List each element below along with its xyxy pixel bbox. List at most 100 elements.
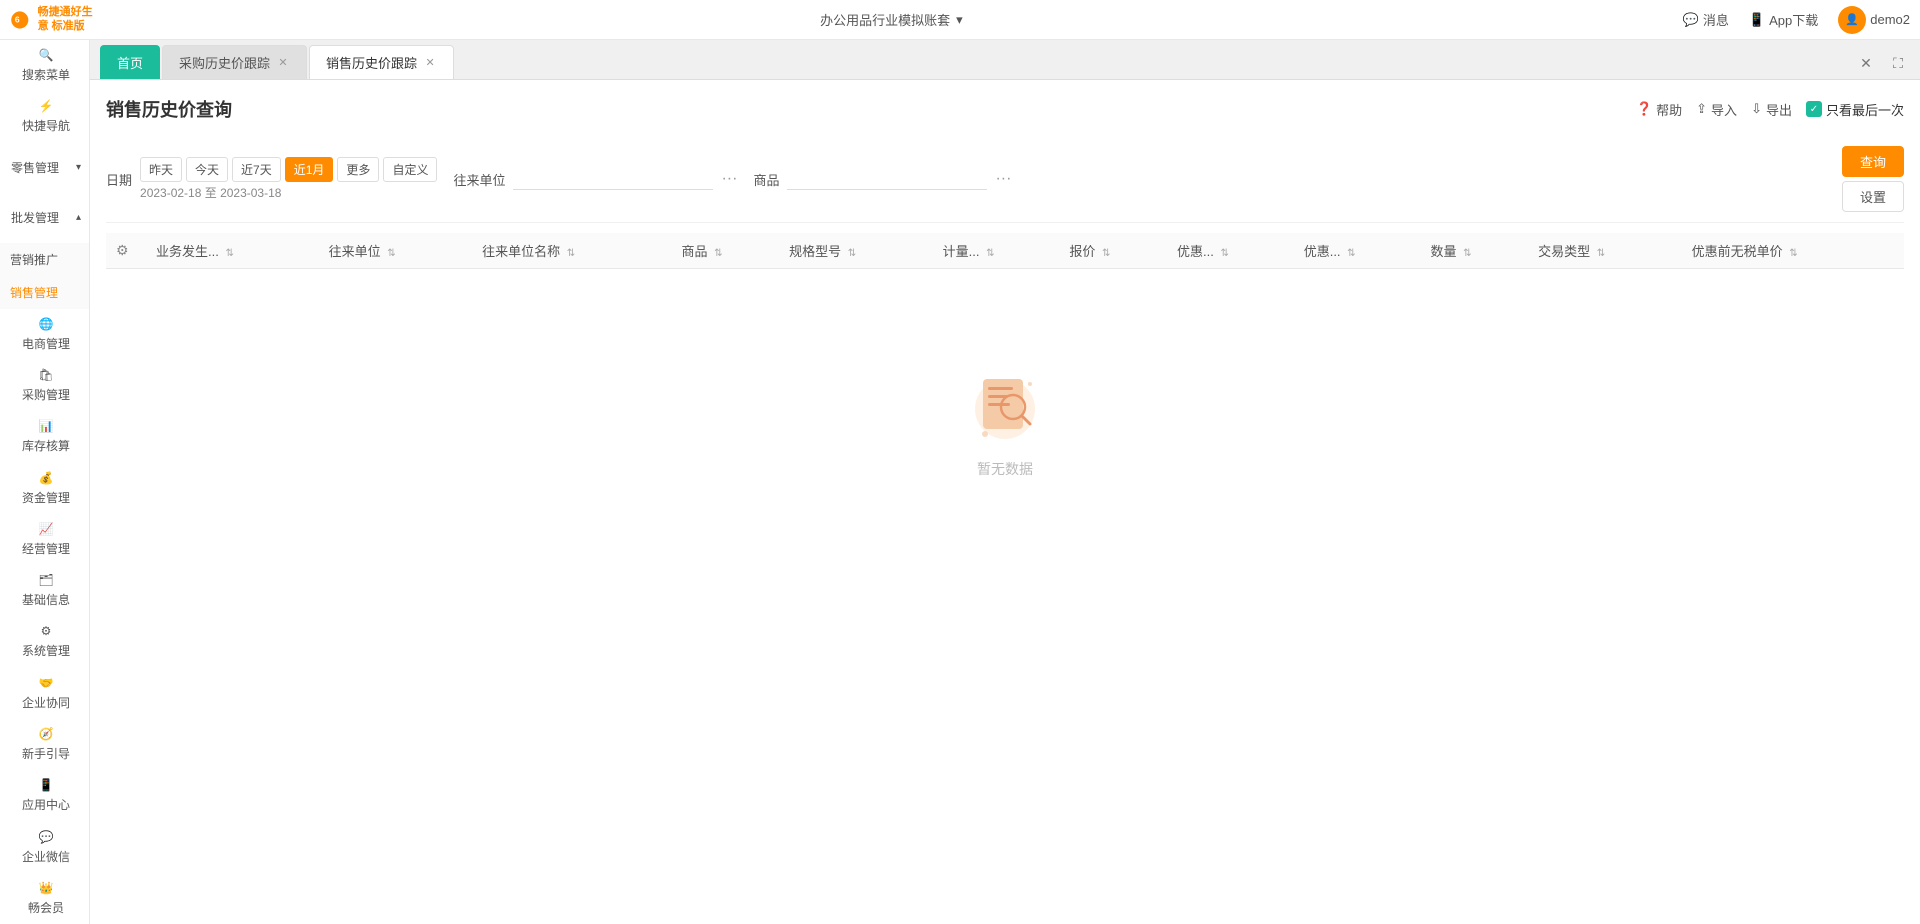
query-button[interactable]: 查询: [1842, 146, 1904, 177]
sidebar-label-wholesale-mgmt: 批发管理: [11, 209, 59, 226]
goods-filter-dots[interactable]: ···: [995, 170, 1011, 188]
th-partner-name[interactable]: 往来单位名称 ⇅: [472, 233, 671, 269]
sidebar-item-enterprise[interactable]: 🤝 企业协同: [0, 668, 89, 719]
only-last-checkbox[interactable]: ✓: [1806, 101, 1822, 117]
th-quantity-label: 数量: [1430, 244, 1456, 259]
export-icon: ⇩: [1751, 101, 1762, 117]
guide-icon: 🧭: [39, 727, 54, 741]
sidebar-item-app-center[interactable]: 📱 应用中心: [0, 770, 89, 821]
th-unit[interactable]: 计量... ⇅: [933, 233, 1060, 269]
settings-button[interactable]: 设置: [1842, 181, 1904, 212]
sidebar-item-purchase[interactable]: 🛍 采购管理: [0, 360, 89, 411]
partner-filter-dots[interactable]: ···: [721, 170, 737, 188]
app-download-button[interactable]: 📱 App下载: [1749, 10, 1818, 29]
sort-arrows-quantity: ⇅: [1463, 248, 1471, 259]
import-button[interactable]: ⇪ 导入: [1696, 100, 1737, 119]
sort-arrows-pre-tax-price: ⇅: [1789, 248, 1797, 259]
chevron-down-icon: ▾: [956, 12, 963, 28]
date-filter-label: 日期: [106, 170, 132, 189]
tab-sales-history-close[interactable]: ✕: [423, 56, 437, 70]
sidebar-item-system[interactable]: ⚙ 系统管理: [0, 616, 89, 667]
help-button[interactable]: ❓ 帮助: [1636, 100, 1682, 119]
enterprise-icon: 🤝: [39, 676, 54, 690]
main-layout: 🔍 搜索菜单 ⚡ 快捷导航 零售管理 ▾ 批发管理 ▴ 营销推广 销售管理 🌐 …: [0, 40, 1920, 924]
sort-arrows-unit: ⇅: [986, 248, 994, 259]
page-content: 销售历史价查询 ❓ 帮助 ⇪ 导入 ⇩ 导出 ✓: [90, 80, 1920, 924]
date-btn-yesterday[interactable]: 昨天: [140, 157, 182, 182]
th-trade-type[interactable]: 交易类型 ⇅: [1528, 233, 1682, 269]
sort-arrows-trade-type: ⇅: [1597, 248, 1605, 259]
th-partner-code[interactable]: 往来单位 ⇅: [319, 233, 473, 269]
goods-filter-input[interactable]: [787, 168, 987, 190]
sidebar-item-finance[interactable]: 💰 资金管理: [0, 462, 89, 513]
app-selector[interactable]: 办公用品行业模拟账套 ▾: [812, 6, 971, 33]
table-header: ⚙ 业务发生... ⇅ 往来单位 ⇅ 往来单位名称: [106, 233, 1904, 269]
sidebar-item-quick-nav[interactable]: ⚡ 快捷导航: [0, 91, 89, 142]
sidebar-item-search-menu[interactable]: 🔍 搜索菜单: [0, 40, 89, 91]
table-body: 暂无数据: [106, 269, 1904, 560]
th-goods-label: 商品: [681, 244, 707, 259]
date-btn-last7days[interactable]: 近7天: [232, 157, 281, 182]
partner-filter-group: 往来单位 ···: [453, 168, 737, 190]
sort-arrows-discount1: ⇅: [1220, 248, 1228, 259]
date-range-text: 2023-02-18 至 2023-03-18: [140, 184, 437, 201]
tab-sales-history-label: 销售历史价跟踪: [326, 53, 417, 72]
th-spec-label: 规格型号: [789, 244, 841, 259]
sidebar-item-inventory[interactable]: 📊 库存核算: [0, 411, 89, 462]
th-pre-tax-price-label: 优惠前无税单价: [1692, 244, 1783, 259]
th-partner-name-label: 往来单位名称: [482, 244, 560, 259]
sort-arrows-partner-name: ⇅: [567, 248, 575, 259]
sidebar-item-basics[interactable]: 🗂 基础信息: [0, 565, 89, 616]
sidebar-sub-item-sales-mgmt[interactable]: 销售管理: [0, 276, 89, 309]
th-discount2-label: 优惠...: [1304, 244, 1341, 259]
sidebar-label-retail-mgmt: 零售管理: [11, 159, 59, 176]
content-area: 首页 采购历史价跟踪 ✕ 销售历史价跟踪 ✕ ✕ ⛶ 销售历史价查询: [90, 40, 1920, 924]
sidebar-label-marketing: 营销推广: [10, 253, 58, 267]
sidebar-item-retail-mgmt[interactable]: 零售管理 ▾: [0, 143, 89, 193]
column-settings-icon[interactable]: ⚙: [116, 242, 129, 258]
sidebar-item-wechat[interactable]: 💬 企业微信: [0, 821, 89, 872]
sidebar-label-wechat: 企业微信: [22, 848, 70, 865]
th-pre-tax-price[interactable]: 优惠前无税单价 ⇅: [1682, 233, 1904, 269]
tab-purchase-history-close[interactable]: ✕: [276, 56, 290, 70]
sidebar-label-finance: 资金管理: [22, 489, 70, 506]
sidebar-sub-item-marketing[interactable]: 营销推广: [0, 243, 89, 276]
date-btn-custom[interactable]: 自定义: [383, 157, 437, 182]
export-button[interactable]: ⇩ 导出: [1751, 100, 1792, 119]
sort-arrows-spec: ⇅: [848, 248, 856, 259]
date-btn-last1month[interactable]: 近1月: [285, 157, 334, 182]
header-right: 💬 消息 📱 App下载 👤 demo2: [1683, 6, 1910, 34]
data-table: ⚙ 业务发生... ⇅ 往来单位 ⇅ 往来单位名称: [106, 233, 1904, 559]
empty-state-cell: 暂无数据: [106, 269, 1904, 560]
user-area[interactable]: 👤 demo2: [1838, 6, 1910, 34]
th-quote[interactable]: 报价 ⇅: [1059, 233, 1167, 269]
tab-purchase-history[interactable]: 采购历史价跟踪 ✕: [162, 45, 307, 79]
date-btn-today[interactable]: 今天: [186, 157, 228, 182]
th-goods[interactable]: 商品 ⇅: [671, 233, 779, 269]
sidebar-item-member[interactable]: 👑 畅会员: [0, 873, 89, 924]
tab-sales-history[interactable]: 销售历史价跟踪 ✕: [309, 45, 454, 79]
sidebar-item-wholesale-mgmt[interactable]: 批发管理 ▴: [0, 193, 89, 243]
only-last-checkbox-wrap[interactable]: ✓ 只看最后一次: [1806, 100, 1904, 119]
message-button[interactable]: 💬 消息: [1683, 10, 1729, 29]
th-discount1-label: 优惠...: [1177, 244, 1214, 259]
th-quantity[interactable]: 数量 ⇅: [1420, 233, 1528, 269]
th-discount1[interactable]: 优惠... ⇅: [1167, 233, 1294, 269]
th-discount2[interactable]: 优惠... ⇅: [1294, 233, 1421, 269]
tab-home[interactable]: 首页: [100, 45, 160, 79]
sidebar-item-operations[interactable]: 📈 经营管理: [0, 514, 89, 565]
sidebar-label-basics: 基础信息: [22, 591, 70, 608]
th-trade-type-label: 交易类型: [1538, 244, 1590, 259]
partner-filter-input[interactable]: [513, 168, 713, 190]
th-settings[interactable]: ⚙: [106, 233, 146, 269]
tab-close-all-button[interactable]: ✕: [1854, 51, 1878, 75]
export-label: 导出: [1766, 100, 1792, 119]
date-btn-more[interactable]: 更多: [337, 157, 379, 182]
th-biz-date[interactable]: 业务发生... ⇅: [146, 233, 319, 269]
basics-icon: 🗂: [38, 573, 53, 587]
sidebar-item-guide[interactable]: 🧭 新手引导: [0, 719, 89, 770]
sidebar-label-app-center: 应用中心: [22, 796, 70, 813]
sidebar-item-ecommerce[interactable]: 🌐 电商管理: [0, 309, 89, 360]
th-spec[interactable]: 规格型号 ⇅: [779, 233, 933, 269]
tab-expand-button[interactable]: ⛶: [1886, 51, 1910, 75]
